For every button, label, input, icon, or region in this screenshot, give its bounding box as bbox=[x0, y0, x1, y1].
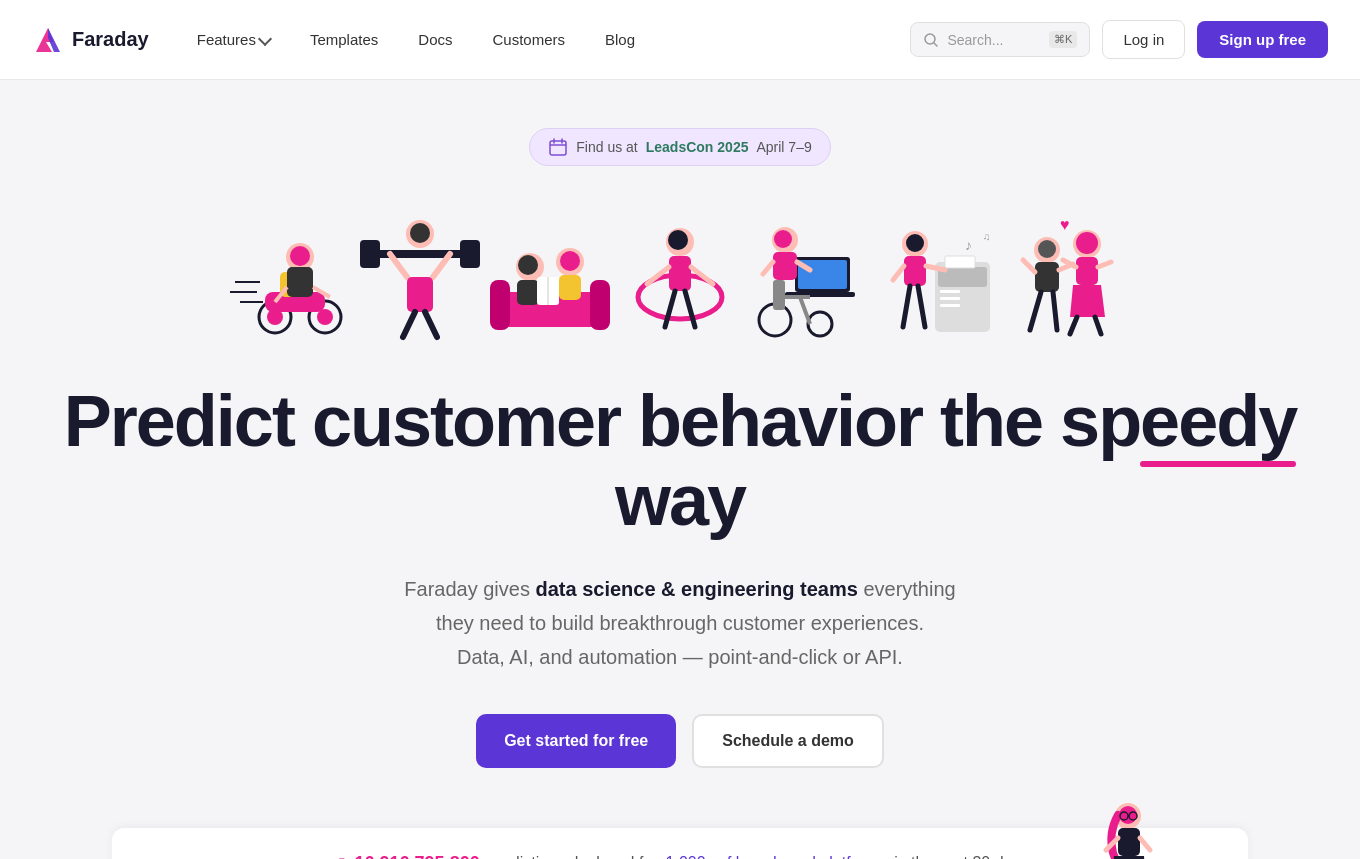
stats-text-before: predictions deployed for bbox=[488, 854, 658, 859]
svg-line-75 bbox=[903, 286, 910, 327]
svg-rect-69 bbox=[945, 256, 975, 268]
svg-line-94 bbox=[1095, 317, 1101, 334]
svg-rect-24 bbox=[460, 240, 480, 268]
svg-line-57 bbox=[763, 262, 773, 274]
svg-rect-40 bbox=[559, 275, 581, 300]
svg-line-86 bbox=[1053, 292, 1057, 330]
hero-heading: Predict customer behavior the speedy way bbox=[32, 382, 1328, 540]
svg-rect-68 bbox=[940, 304, 960, 307]
illus-copier: ♪ ♫ bbox=[875, 212, 1005, 342]
schedule-demo-button[interactable]: Schedule a demo bbox=[692, 714, 884, 768]
svg-rect-46 bbox=[669, 256, 691, 291]
svg-point-98 bbox=[1129, 812, 1137, 820]
stats-bar: ↗ 16,916,795,800 predictions deployed fo… bbox=[112, 828, 1248, 859]
svg-point-55 bbox=[774, 230, 792, 248]
svg-rect-67 bbox=[940, 297, 960, 300]
illus-weightlifter bbox=[355, 212, 485, 342]
svg-point-96 bbox=[1119, 806, 1137, 824]
stats-brands-link[interactable]: 1,000s of brands and platforms bbox=[666, 854, 887, 859]
svg-line-50 bbox=[685, 291, 695, 327]
svg-text:♪: ♪ bbox=[965, 237, 972, 253]
nav-blog[interactable]: Blog bbox=[589, 23, 651, 56]
nav-customers[interactable]: Customers bbox=[476, 23, 581, 56]
logo[interactable]: Faraday bbox=[32, 24, 149, 56]
svg-point-15 bbox=[290, 246, 310, 266]
svg-text:♥: ♥ bbox=[1060, 216, 1070, 233]
subtext-bold: data science & engineering teams bbox=[535, 578, 857, 600]
trend-icon: ↗ bbox=[332, 852, 347, 859]
illus-wheelchair bbox=[745, 212, 875, 342]
svg-rect-37 bbox=[517, 280, 539, 305]
svg-line-31 bbox=[425, 312, 437, 337]
svg-rect-56 bbox=[773, 252, 797, 280]
stats-text-after: in the past 30 days bbox=[894, 854, 1028, 859]
svg-rect-34 bbox=[590, 280, 610, 330]
svg-point-81 bbox=[1038, 240, 1056, 258]
navbar: Faraday Features Templates Docs Customer… bbox=[0, 0, 1360, 80]
badge-dates: April 7–9 bbox=[756, 139, 811, 155]
signup-button[interactable]: Sign up free bbox=[1197, 21, 1328, 58]
calendar-icon bbox=[548, 137, 568, 157]
cta-buttons: Get started for free Schedule a demo bbox=[32, 714, 1328, 768]
svg-line-63 bbox=[800, 297, 810, 324]
svg-point-39 bbox=[560, 251, 580, 271]
illus-hula bbox=[615, 212, 745, 342]
badge-event: LeadsCon 2025 bbox=[646, 139, 749, 155]
svg-line-3 bbox=[934, 43, 937, 46]
svg-point-97 bbox=[1120, 812, 1128, 820]
chevron-down-icon bbox=[258, 31, 272, 45]
illus-scooter bbox=[225, 212, 355, 342]
announcement-badge[interactable]: Find us at LeadsCon 2025 April 7–9 bbox=[529, 128, 830, 166]
svg-point-36 bbox=[518, 255, 538, 275]
svg-line-30 bbox=[403, 312, 415, 337]
svg-rect-23 bbox=[360, 240, 380, 268]
svg-line-49 bbox=[665, 291, 675, 327]
svg-point-71 bbox=[906, 234, 924, 252]
illus-couch bbox=[485, 212, 615, 342]
nav-templates[interactable]: Templates bbox=[294, 23, 394, 56]
svg-rect-82 bbox=[1035, 262, 1059, 292]
svg-line-73 bbox=[893, 266, 904, 280]
svg-rect-72 bbox=[904, 256, 926, 286]
nav-actions: Search... ⌘K Log in Sign up free bbox=[910, 20, 1328, 59]
svg-rect-33 bbox=[490, 280, 510, 330]
badge-prefix: Find us at bbox=[576, 139, 637, 155]
nav-docs[interactable]: Docs bbox=[402, 23, 468, 56]
illus-dancing: ♥ bbox=[1005, 212, 1135, 342]
svg-line-93 bbox=[1070, 317, 1077, 334]
svg-marker-90 bbox=[1070, 285, 1105, 317]
svg-line-92 bbox=[1098, 262, 1111, 267]
svg-rect-4 bbox=[550, 141, 566, 155]
svg-point-60 bbox=[808, 312, 832, 336]
svg-rect-29 bbox=[407, 277, 433, 312]
hero-subtext: Faraday gives data science & engineering… bbox=[32, 572, 1328, 674]
search-shortcut: ⌘K bbox=[1049, 31, 1077, 48]
search-box[interactable]: Search... ⌘K bbox=[910, 22, 1090, 57]
svg-point-26 bbox=[410, 223, 430, 243]
search-placeholder: Search... bbox=[947, 32, 1041, 48]
svg-line-85 bbox=[1030, 292, 1041, 330]
svg-point-95 bbox=[1115, 803, 1141, 829]
illustrations-row: ♪ ♫ ♥ bbox=[32, 202, 1328, 342]
svg-point-45 bbox=[668, 230, 688, 250]
svg-rect-16 bbox=[287, 267, 313, 297]
hero-section: Find us at LeadsCon 2025 April 7–9 bbox=[0, 80, 1360, 859]
login-button[interactable]: Log in bbox=[1102, 20, 1185, 59]
stats-number: 16,916,795,800 bbox=[355, 853, 480, 859]
heading-underline-word: eedy bbox=[1140, 382, 1296, 461]
svg-rect-66 bbox=[940, 290, 960, 293]
svg-point-88 bbox=[1076, 232, 1098, 254]
nav-links: Features Templates Docs Customers Blog bbox=[181, 23, 911, 56]
svg-line-83 bbox=[1023, 260, 1035, 272]
svg-line-76 bbox=[918, 286, 925, 327]
search-icon bbox=[923, 32, 939, 48]
nav-features[interactable]: Features bbox=[181, 23, 286, 56]
svg-text:♫: ♫ bbox=[983, 231, 991, 242]
hero-bottom: ↗ 16,916,795,800 predictions deployed fo… bbox=[32, 828, 1328, 859]
svg-rect-89 bbox=[1076, 257, 1098, 285]
get-started-button[interactable]: Get started for free bbox=[476, 714, 676, 768]
